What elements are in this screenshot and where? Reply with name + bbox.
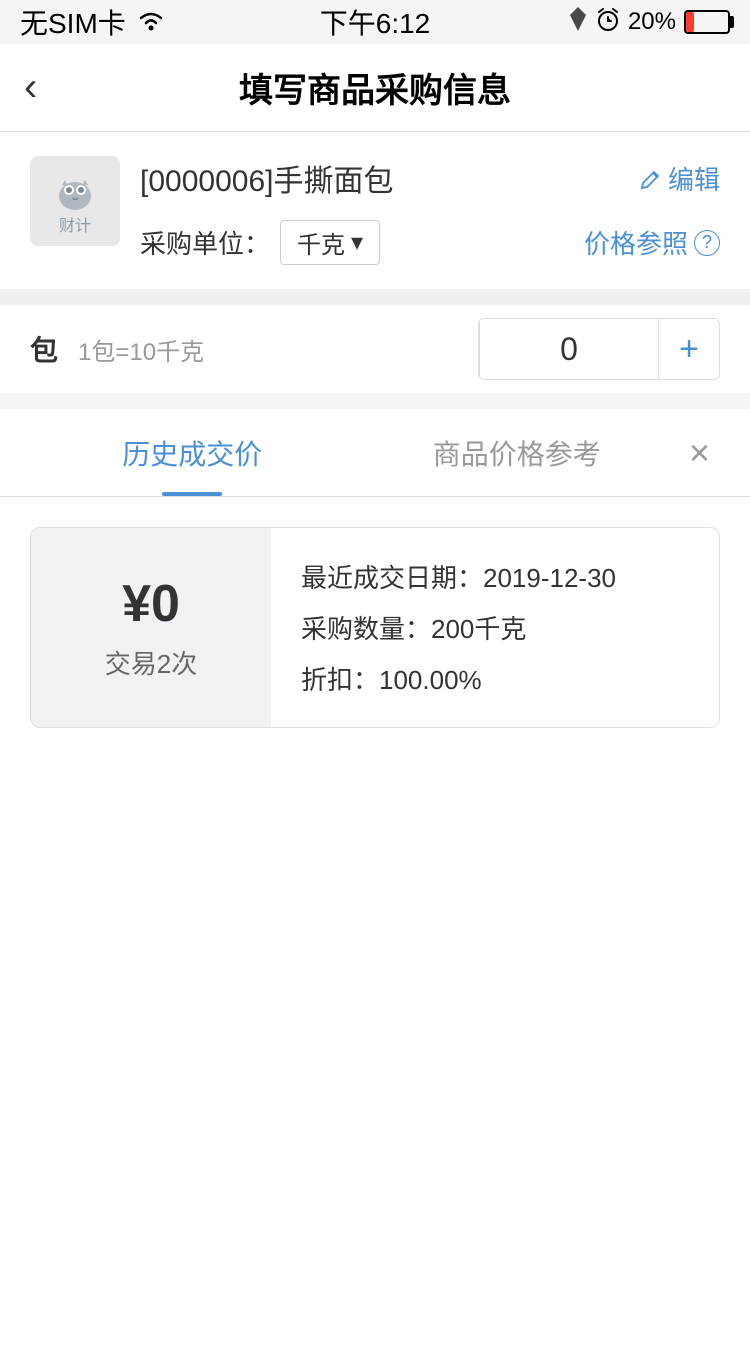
history-price-value: ¥0	[122, 574, 180, 634]
price-reference-button[interactable]: 价格参照 ?	[584, 224, 720, 261]
recent-date-label: 最近成交日期：	[301, 563, 483, 593]
unit-value: 千克	[297, 225, 345, 260]
quantity-label: 采购数量：	[301, 614, 431, 644]
quantity-unit: 包	[30, 329, 58, 369]
price-ref-label: 价格参照	[584, 224, 688, 261]
quantity-value[interactable]: 0	[479, 319, 659, 379]
product-info: [0000006]手撕面包 编辑 采购单位： 千克 ▾ 价格参照 ?	[140, 156, 720, 265]
status-right: 20%	[568, 7, 730, 38]
edit-icon	[640, 167, 662, 189]
back-icon: ‹	[24, 65, 37, 110]
quantity-input-group: 0 +	[478, 318, 720, 380]
product-name: [0000006]手撕面包	[140, 156, 393, 200]
currency-symbol: ¥	[122, 575, 151, 633]
status-time: 下午6:12	[320, 2, 431, 42]
tab-product-price[interactable]: 商品价格参考	[354, 409, 678, 496]
status-bar: 无SIM卡 下午6:12 20%	[0, 0, 750, 44]
history-card: ¥0 交易2次 最近成交日期：2019-12-30 采购数量：200千克 折扣：…	[30, 527, 720, 728]
discount-value: 100.00%	[379, 665, 482, 695]
unit-select-dropdown[interactable]: 千克 ▾	[280, 220, 380, 265]
discount-label: 折扣：	[301, 665, 379, 695]
unit-label: 采购单位： 千克 ▾	[140, 220, 380, 265]
unit-label-text: 采购单位：	[140, 224, 270, 261]
price-ref-help-icon: ?	[694, 230, 720, 256]
recent-date-value: 2019-12-30	[483, 563, 616, 593]
history-discount-row: 折扣：100.00%	[301, 660, 689, 697]
quantity-detail-value: 200千克	[431, 614, 526, 644]
quantity-row: 包 1包=10千克 0 +	[0, 305, 750, 393]
edit-label: 编辑	[668, 160, 720, 197]
product-section: 财计 [0000006]手撕面包 编辑 采购单位： 千克 ▾	[0, 132, 750, 289]
product-header: 财计 [0000006]手撕面包 编辑 采购单位： 千克 ▾	[30, 156, 720, 265]
product-unit-row: 采购单位： 千克 ▾ 价格参照 ?	[140, 220, 720, 265]
page-title: 填写商品采购信息	[239, 63, 511, 112]
price-number: 0	[151, 575, 180, 633]
dropdown-arrow: ▾	[351, 228, 363, 257]
alarm-icon	[596, 7, 620, 38]
history-recent-date-row: 最近成交日期：2019-12-30	[301, 558, 689, 595]
tab-history-price-label: 历史成交价	[122, 433, 262, 473]
quantity-hint: 1包=10千克	[78, 332, 458, 367]
wifi-icon	[136, 6, 166, 38]
history-details: 最近成交日期：2019-12-30 采购数量：200千克 折扣：100.00%	[271, 528, 719, 727]
panel-tabs: 历史成交价 商品价格参考 ×	[0, 409, 750, 497]
back-button[interactable]: ‹	[24, 65, 37, 110]
product-thumb-icon: 财计	[50, 166, 100, 236]
quantity-plus-button[interactable]: +	[659, 319, 719, 379]
status-left: 无SIM卡	[20, 2, 166, 42]
carrier-text: 无SIM卡	[20, 2, 126, 42]
panel-close-button[interactable]: ×	[679, 432, 720, 474]
product-owl-icon	[50, 166, 100, 216]
tab-product-price-label: 商品价格参考	[433, 433, 601, 473]
product-thumbnail: 财计	[30, 156, 120, 246]
main-content-area	[0, 758, 750, 1358]
section-separator	[0, 289, 750, 305]
edit-button[interactable]: 编辑	[640, 160, 720, 197]
history-price-summary: ¥0 交易2次	[31, 528, 271, 727]
location-icon	[568, 7, 588, 38]
battery-icon	[684, 10, 730, 34]
tab-history-price[interactable]: 历史成交价	[30, 409, 354, 496]
history-times: 交易2次	[105, 644, 197, 681]
bottom-panel: 历史成交价 商品价格参考 × ¥0 交易2次 最近成交日期：2019-12-30…	[0, 409, 750, 758]
battery-percent: 20%	[628, 8, 676, 36]
history-quantity-row: 采购数量：200千克	[301, 609, 689, 646]
product-name-row: [0000006]手撕面包 编辑	[140, 156, 720, 200]
panel-content: ¥0 交易2次 最近成交日期：2019-12-30 采购数量：200千克 折扣：…	[0, 497, 750, 758]
nav-bar: ‹ 填写商品采购信息	[0, 44, 750, 132]
product-thumb-label: 财计	[59, 212, 91, 236]
